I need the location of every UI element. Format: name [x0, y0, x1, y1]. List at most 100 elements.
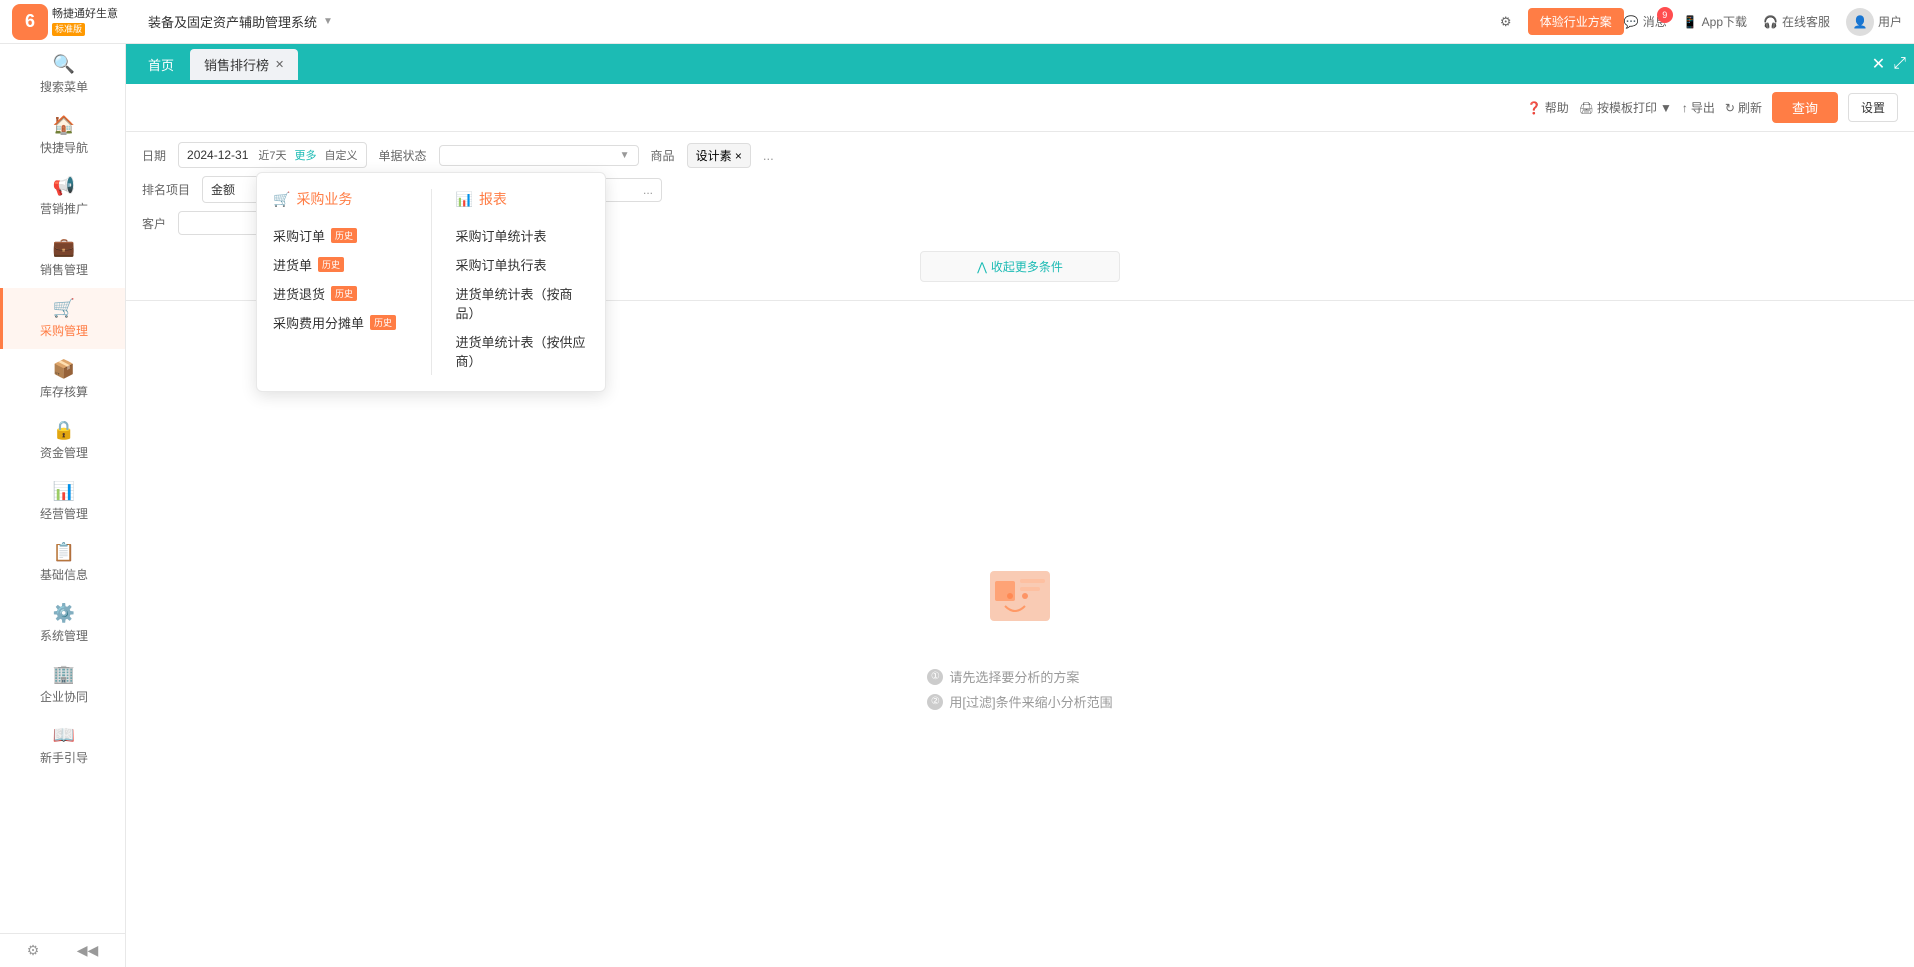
empty-illustration	[960, 551, 1080, 651]
refresh-btn[interactable]: ↻ 刷新	[1725, 99, 1762, 116]
inbound-stats-by-goods-item[interactable]: 进货单统计表（按商品）	[456, 279, 590, 327]
system-title-text: 装备及固定资产辅助管理系统	[148, 12, 317, 31]
collapse-filter-btn[interactable]: ⋀ 收起更多条件	[920, 251, 1120, 282]
inbound-return-item[interactable]: 进货退货 历史	[273, 279, 407, 308]
home-icon: 🏠	[53, 115, 75, 136]
customer-label: 客户	[142, 215, 166, 232]
history-badge-inbound-return: 历史	[331, 286, 357, 301]
print-btn[interactable]: 🖨 按模板打印 ▼	[1579, 99, 1672, 116]
tab-maximize-icon[interactable]: ⤢	[1893, 55, 1906, 73]
step1-icon: ①	[927, 669, 943, 685]
step2-icon: ②	[927, 694, 943, 710]
goods-tag: 设计素 ×	[687, 143, 751, 168]
inventory-icon: 📦	[53, 359, 75, 380]
export-btn[interactable]: ↑ 导出	[1682, 99, 1715, 116]
online-service-btn[interactable]: 🎧 在线客服	[1763, 13, 1830, 30]
sidebar-item-quick-nav[interactable]: 🏠 快捷导航	[0, 105, 125, 166]
marketing-icon: 📢	[53, 176, 75, 197]
tab-bar: 首页 销售排行榜 ✕ ✕ ⤢	[126, 44, 1914, 84]
app-logo-icon: 6	[12, 4, 48, 40]
date-more: 近7天	[258, 147, 286, 163]
purchase-icon: 🛒	[53, 298, 75, 319]
date-value: 2024-12-31	[187, 148, 248, 162]
salesperson-dots[interactable]: ...	[643, 183, 653, 197]
app-download-btn[interactable]: 📱 App下载	[1683, 13, 1747, 30]
purchase-order-exec-item[interactable]: 采购订单执行表	[456, 250, 590, 279]
export-icon: ↑	[1682, 101, 1688, 115]
sidebar-item-enterprise[interactable]: 🏢 企业协同	[0, 654, 125, 715]
empty-text: ① 请先选择要分析的方案 ② 用[过滤]条件来缩小分析范围	[927, 667, 1112, 717]
system-icon: ⚙️	[53, 603, 75, 624]
rank-label: 排名项目	[142, 181, 190, 198]
document-status-arrow-icon: ▼	[620, 150, 630, 161]
operations-icon: 📊	[53, 481, 75, 502]
sidebar-item-search[interactable]: 🔍 搜索菜单	[0, 44, 125, 105]
purchase-dropdown-menu: 🛒 采购业务 采购订单 历史 进货单 历史 进货退货	[256, 172, 606, 392]
phone-icon: 📱	[1683, 15, 1698, 29]
history-badge-expense: 历史	[370, 315, 396, 330]
inbound-order-item[interactable]: 进货单 历史	[273, 250, 407, 279]
settings-icon-btn[interactable]: ⚙	[1492, 8, 1520, 36]
date-more-link[interactable]: 更多	[295, 147, 317, 163]
tab-close-icon[interactable]: ✕	[275, 58, 284, 71]
sidebar-item-basic-info[interactable]: 📋 基础信息	[0, 532, 125, 593]
guide-icon: 📖	[53, 725, 75, 746]
report-icon: 📊	[456, 191, 473, 208]
search-icon: 🔍	[53, 54, 75, 75]
purchase-business-title: 🛒 采购业务	[273, 189, 407, 209]
sales-icon: 💼	[53, 237, 75, 258]
notification-btn[interactable]: 💬 9 9 消息	[1624, 13, 1667, 30]
purchase-business-col: 🛒 采购业务 采购订单 历史 进货单 历史 进货退货	[273, 189, 407, 375]
industry-button[interactable]: 体验行业方案	[1528, 8, 1624, 35]
query-button[interactable]: 查询	[1772, 92, 1838, 123]
date-custom-link[interactable]: 自定义	[325, 147, 358, 163]
system-title-arrow-icon: ▼	[323, 16, 333, 27]
settings-button[interactable]: 设置	[1848, 93, 1898, 122]
finance-icon: 🔒	[53, 420, 75, 441]
tab-home[interactable]: 首页	[134, 49, 188, 80]
notification-badge: 9	[1657, 7, 1673, 23]
sidebar-item-operations[interactable]: 📊 经营管理	[0, 471, 125, 532]
toolbar: ❓ 帮助 🖨 按模板打印 ▼ ↑ 导出 ↻	[126, 84, 1914, 132]
date-range-input[interactable]: 2024-12-31 近7天 更多 自定义	[178, 142, 367, 168]
sidebar-collapse-btn[interactable]: ◀◀	[77, 942, 99, 959]
goods-label: 商品	[651, 147, 675, 164]
refresh-icon: ↻	[1725, 101, 1735, 115]
history-badge-inbound: 历史	[318, 257, 344, 272]
sidebar-settings-btn[interactable]: ⚙	[27, 942, 40, 959]
history-badge-purchase-order: 历史	[331, 228, 357, 243]
sidebar-item-marketing[interactable]: 📢 营销推广	[0, 166, 125, 227]
notification-bell-icon: 💬	[1624, 15, 1639, 29]
sidebar-item-inventory[interactable]: 📦 库存核算	[0, 349, 125, 410]
app-logo-text: 畅捷通好生意 标准版	[52, 7, 118, 37]
document-status-label: 单据状态	[379, 147, 427, 164]
date-range-label: 日期	[142, 147, 166, 164]
inbound-stats-by-supplier-item[interactable]: 进货单统计表（按供应商）	[456, 327, 590, 375]
purchase-business-icon: 🛒	[273, 191, 290, 208]
report-title: 📊 报表	[456, 189, 590, 209]
sidebar-item-system[interactable]: ⚙️ 系统管理	[0, 593, 125, 654]
document-status-input[interactable]: ▼	[439, 145, 639, 166]
print-icon: 🖨	[1579, 101, 1594, 115]
user-menu-btn[interactable]: 👤 用户	[1846, 8, 1902, 36]
basic-info-icon: 📋	[53, 542, 75, 563]
purchase-expense-item[interactable]: 采购费用分摊单 历史	[273, 308, 407, 337]
sidebar-item-purchase[interactable]: 🛒 采购管理	[0, 288, 125, 349]
sidebar-item-finance[interactable]: 🔒 资金管理	[0, 410, 125, 471]
sidebar-item-sales[interactable]: 💼 销售管理	[0, 227, 125, 288]
purchase-order-stats-item[interactable]: 采购订单统计表	[456, 221, 590, 250]
print-arrow-icon: ▼	[1660, 101, 1672, 115]
enterprise-icon: 🏢	[53, 664, 75, 685]
help-icon: ❓	[1527, 101, 1542, 115]
report-col: 📊 报表 采购订单统计表 采购订单执行表 进货单统计表（按商品）	[456, 189, 590, 375]
dropdown-divider	[431, 189, 432, 375]
avatar: 👤	[1846, 8, 1874, 36]
tab-close-window-icon[interactable]: ✕	[1872, 54, 1885, 74]
help-btn[interactable]: ❓ 帮助	[1527, 99, 1569, 116]
purchase-order-item[interactable]: 采购订单 历史	[273, 221, 407, 250]
empty-state: ① 请先选择要分析的方案 ② 用[过滤]条件来缩小分析范围	[126, 301, 1914, 967]
collapse-icon: ⋀	[977, 260, 987, 274]
sidebar-item-guide[interactable]: 📖 新手引导	[0, 715, 125, 776]
goods-more-btn[interactable]: ...	[763, 148, 774, 163]
tab-sales-ranking[interactable]: 销售排行榜 ✕	[190, 49, 298, 80]
